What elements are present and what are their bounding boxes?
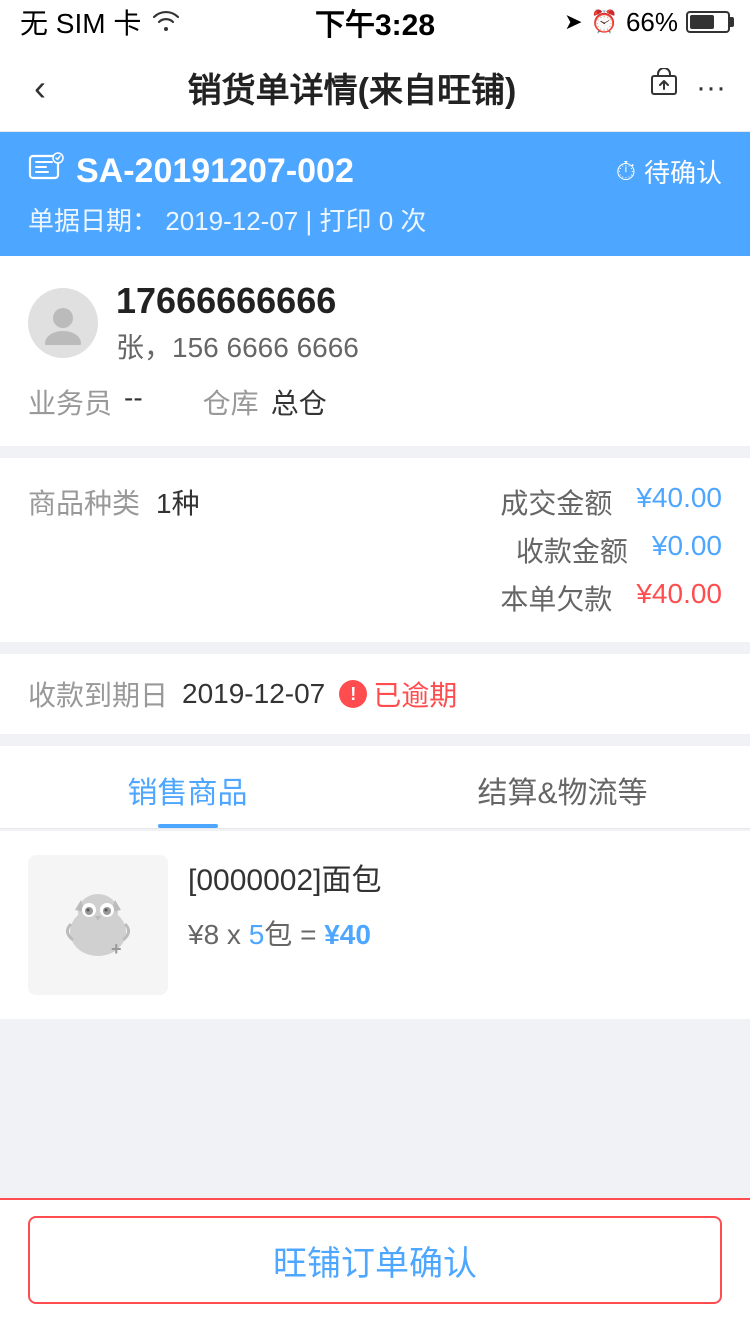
received-label: 收款金额 <box>516 530 628 570</box>
product-price: ¥8 x 5包 = ¥40 <box>188 913 722 953</box>
bottom-bar: 旺铺订单确认 <box>0 1198 750 1334</box>
amount-label: 成交金额 <box>500 482 612 522</box>
received-value: ¥0.00 <box>652 530 722 570</box>
due-date-value: 2019-12-07 <box>182 678 325 710</box>
warehouse-meta: 仓库 总仓 <box>203 382 327 422</box>
order-date: 2019-12-07 <box>165 206 298 236</box>
received-row: 收款金额 ¥0.00 <box>516 530 722 570</box>
product-info: [0000002]面包 ¥8 x 5包 = ¥40 <box>188 855 722 953</box>
product-thumbnail: + <box>53 890 143 960</box>
sales-label: 业务员 <box>28 382 112 422</box>
warehouse-label: 仓库 <box>203 382 259 422</box>
order-id: SA-20191207-002 <box>28 152 354 191</box>
customer-name: 张，156 6666 6666 <box>116 326 359 366</box>
balance-row: 本单欠款 ¥40.00 <box>500 578 722 618</box>
share-icon[interactable] <box>648 68 680 108</box>
overdue-text: 已逾期 <box>373 674 457 714</box>
status-time: 下午3:28 <box>315 0 435 44</box>
sales-value: -- <box>124 382 143 422</box>
status-bar-left: 无 SIM 卡 <box>20 2 181 42</box>
balance-value: ¥40.00 <box>636 578 722 618</box>
warehouse-value: 总仓 <box>271 382 327 422</box>
nav-bar: ‹ 销货单详情(来自旺铺) ··· <box>0 44 750 132</box>
page-title: 销货单详情(来自旺铺) <box>188 63 517 112</box>
wifi-icon <box>151 6 181 38</box>
overdue-icon: ! <box>339 680 367 708</box>
order-status: ⏱ 待确认 <box>616 153 722 190</box>
tab-sales-label: 销售商品 <box>128 777 248 810</box>
amount-info: 成交金额 ¥40.00 收款金额 ¥0.00 本单欠款 ¥40.00 <box>500 482 722 618</box>
order-id-icon <box>28 152 64 191</box>
back-button[interactable]: ‹ <box>24 57 56 119</box>
separator: | <box>305 206 319 236</box>
status-text: 待确认 <box>644 153 722 190</box>
order-number: SA-20191207-002 <box>76 152 354 191</box>
print-count: 0 <box>379 206 393 236</box>
sales-meta: 业务员 -- <box>28 382 143 422</box>
tabs-section: 销售商品 结算&物流等 <box>0 746 750 829</box>
overdue-badge: ! 已逾期 <box>339 674 457 714</box>
balance-label: 本单欠款 <box>500 578 612 618</box>
carrier-label: 无 SIM 卡 <box>20 2 141 42</box>
amount-row: 成交金额 ¥40.00 <box>500 482 722 522</box>
due-date-section: 收款到期日 2019-12-07 ! 已逾期 <box>0 654 750 746</box>
clock-icon: ⏱ <box>616 156 636 188</box>
customer-info: 17666666666 张，156 6666 6666 <box>116 280 359 366</box>
product-item: + [0000002]面包 ¥8 x 5包 = ¥40 <box>28 855 722 995</box>
customer-phone: 17666666666 <box>116 280 359 322</box>
price-text: ¥8 x <box>188 919 249 950</box>
product-name: [0000002]面包 <box>188 855 722 899</box>
tab-sales-products[interactable]: 销售商品 <box>0 746 375 828</box>
product-section: + [0000002]面包 ¥8 x 5包 = ¥40 <box>0 831 750 1031</box>
product-image: + <box>28 855 168 995</box>
qty-unit: 包 <box>264 919 292 950</box>
customer-meta: 业务员 -- 仓库 总仓 <box>28 382 722 422</box>
order-date-info: 单据日期： 2019-12-07 | 打印 0 次 <box>28 201 722 238</box>
total-prefix: = <box>292 919 324 950</box>
amount-value: ¥40.00 <box>636 482 722 522</box>
product-type-value: 1种 <box>156 482 200 522</box>
print-label: 打印 <box>319 206 371 236</box>
order-header-band: SA-20191207-002 ⏱ 待确认 单据日期： 2019-12-07 |… <box>0 132 750 256</box>
location-icon: ➤ <box>564 9 582 35</box>
customer-avatar <box>28 288 98 358</box>
tab-active-underline <box>158 824 218 828</box>
status-bar-right: ➤ ⏰ 66% <box>564 7 730 38</box>
tab-settlement[interactable]: 结算&物流等 <box>375 746 750 828</box>
date-label: 单据日期： <box>28 206 158 236</box>
battery-percentage: 66% <box>626 7 678 38</box>
summary-section: 商品种类 1种 成交金额 ¥40.00 收款金额 ¥0.00 本单欠款 ¥40.… <box>0 458 750 654</box>
customer-section: 17666666666 张，156 6666 6666 业务员 -- 仓库 总仓 <box>0 256 750 458</box>
product-type-info: 商品种类 1种 <box>28 482 200 522</box>
alarm-icon: ⏰ <box>591 9 618 35</box>
print-unit: 次 <box>400 206 426 236</box>
qty-value: 5 <box>249 919 265 950</box>
total-value: ¥40 <box>324 919 371 950</box>
tab-settlement-label: 结算&物流等 <box>477 777 647 810</box>
confirm-order-button[interactable]: 旺铺订单确认 <box>28 1216 722 1304</box>
status-bar: 无 SIM 卡 下午3:28 ➤ ⏰ 66% <box>0 0 750 44</box>
due-label: 收款到期日 <box>28 674 168 714</box>
product-type-label: 商品种类 <box>28 482 140 522</box>
nav-actions: ··· <box>648 68 726 108</box>
more-icon[interactable]: ··· <box>696 71 726 105</box>
svg-text:+: + <box>111 939 122 959</box>
battery-icon <box>686 11 730 33</box>
